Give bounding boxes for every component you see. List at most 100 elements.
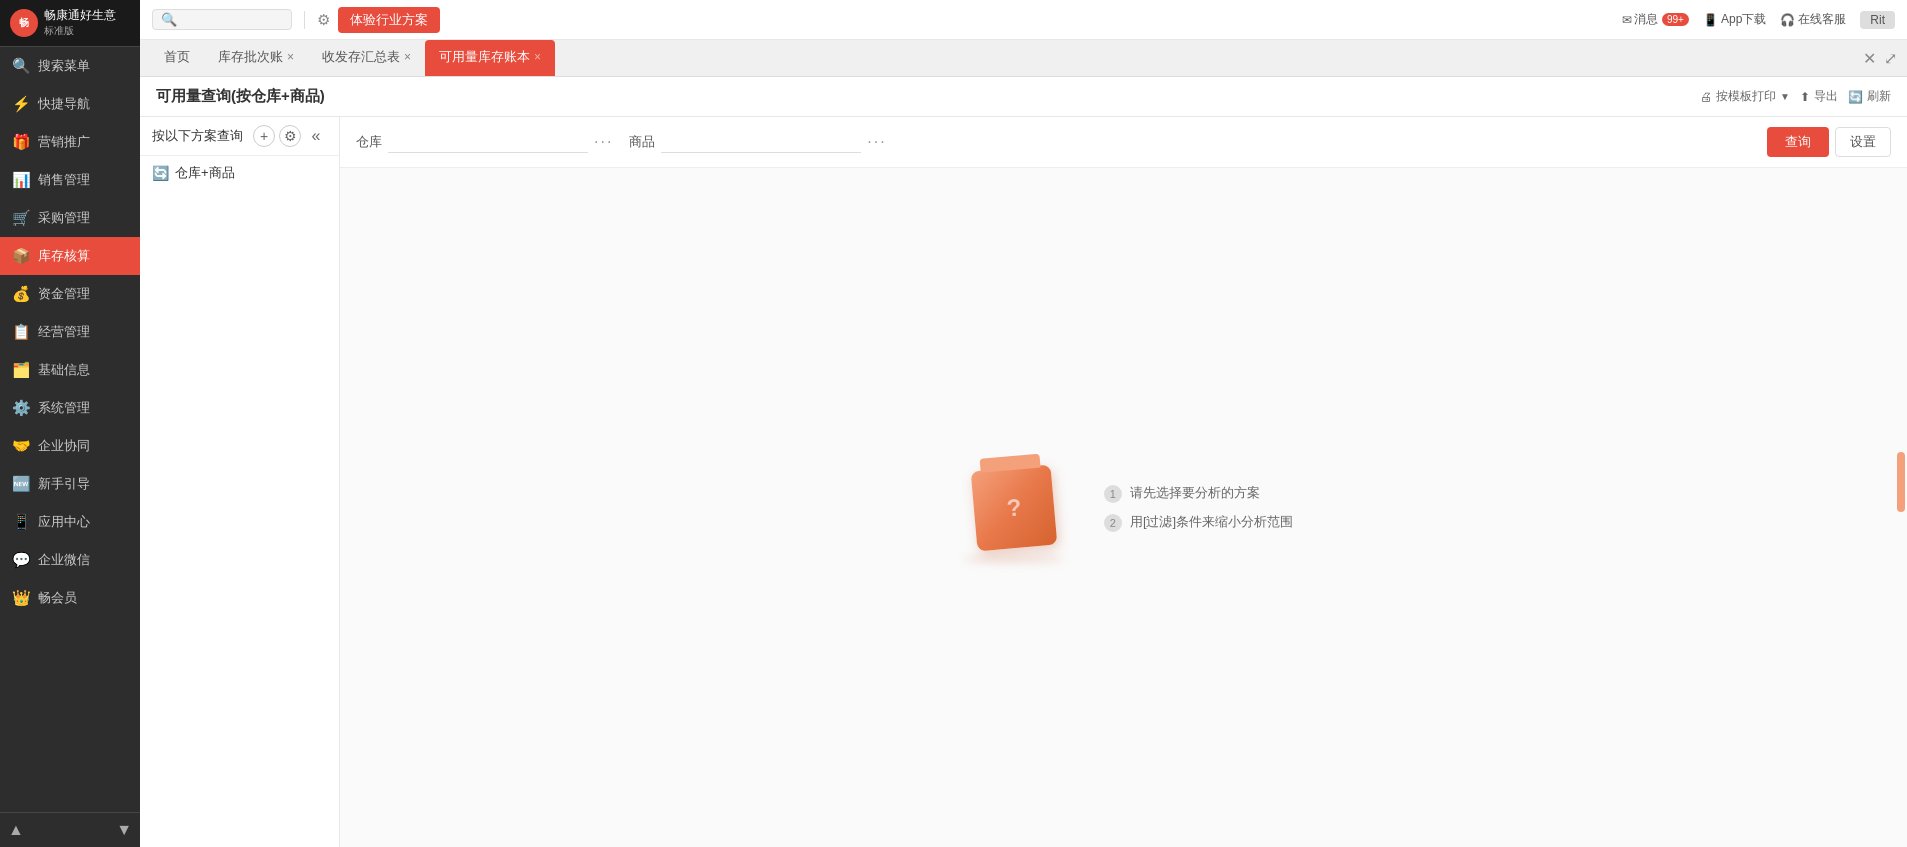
product-filter-more-icon[interactable]: ··· <box>867 133 886 151</box>
left-panel: 按以下方案查询 + ⚙ « 🔄 仓库+商品 <box>140 117 340 847</box>
topbar-divider <box>304 11 305 29</box>
left-panel-title: 按以下方案查询 <box>152 127 243 145</box>
warehouse-product-icon: 🔄 <box>152 165 169 181</box>
filter-row: 仓库 ··· 商品 ··· 查询 设置 <box>340 117 1907 168</box>
refresh-icon: 🔄 <box>1848 90 1863 104</box>
sidebar-item-guide[interactable]: 🆕 新手引导 <box>0 465 140 503</box>
trial-button[interactable]: 体验行业方案 <box>338 7 440 33</box>
tabs-expand-button[interactable]: ⤢ <box>1884 49 1897 68</box>
sidebar-item-label: 企业协同 <box>38 437 90 455</box>
tab-receipt-summary[interactable]: 收发存汇总表 × <box>308 40 425 76</box>
user-name: Rit <box>1870 13 1885 27</box>
sidebar-item-system[interactable]: ⚙️ 系统管理 <box>0 389 140 427</box>
sidebar: 畅 畅康通好生意 标准版 🔍 搜索菜单 ⚡ 快捷导航 🎁 营销推广 📊 销售管理… <box>0 0 140 847</box>
tabs-right-actions: ✕ ⤢ <box>1863 49 1897 68</box>
tab-available-stock-close[interactable]: × <box>534 50 541 64</box>
sidebar-item-basic[interactable]: 🗂️ 基础信息 <box>0 351 140 389</box>
empty-tip-1: 1 请先选择要分析的方案 <box>1104 484 1293 503</box>
sidebar-item-marketing[interactable]: 🎁 营销推广 <box>0 123 140 161</box>
tab-batch-account-label: 库存批次账 <box>218 48 283 66</box>
sidebar-item-purchase[interactable]: 🛒 采购管理 <box>0 199 140 237</box>
tab-batch-account[interactable]: 库存批次账 × <box>204 40 308 76</box>
empty-tips: 1 请先选择要分析的方案 2 用[过滤]条件来缩小分析范围 <box>1104 484 1293 532</box>
message-badge: 99+ <box>1662 13 1689 26</box>
warehouse-filter-more-icon[interactable]: ··· <box>594 133 613 151</box>
tabs-close-all-button[interactable]: ✕ <box>1863 49 1876 68</box>
message-area[interactable]: ✉ 消息 99+ <box>1622 11 1689 28</box>
collab-icon: 🤝 <box>12 437 30 455</box>
header-actions: 🖨 按模板打印 ▼ ⬆ 导出 🔄 刷新 <box>1700 88 1891 105</box>
warehouse-filter-input[interactable] <box>388 131 588 153</box>
member-icon: 👑 <box>12 589 30 607</box>
empty-shadow <box>964 554 1064 564</box>
topbar: 🔍 ⚙ 体验行业方案 ✉ 消息 99+ 📱 App下载 🎧 在线客服 Rit <box>140 0 1907 40</box>
search-icon: 🔍 <box>12 57 30 75</box>
page-title: 可用量查询(按仓库+商品) <box>156 87 325 106</box>
app-name: 畅康通好生意 <box>44 8 116 24</box>
online-service-area[interactable]: 🎧 在线客服 <box>1780 11 1846 28</box>
topbar-right: ✉ 消息 99+ 📱 App下载 🎧 在线客服 Rit <box>1622 11 1895 29</box>
warehouse-filter-group: 仓库 ··· <box>356 131 613 153</box>
sidebar-item-label: 经营管理 <box>38 323 90 341</box>
sidebar-item-collab[interactable]: 🤝 企业协同 <box>0 427 140 465</box>
sidebar-item-appcenter[interactable]: 📱 应用中心 <box>0 503 140 541</box>
app-download-label: App下载 <box>1721 11 1766 28</box>
tab-available-stock[interactable]: 可用量库存账本 × <box>425 40 555 76</box>
topbar-gear-icon[interactable]: ⚙ <box>317 11 330 29</box>
refresh-button[interactable]: 🔄 刷新 <box>1848 88 1891 105</box>
empty-tip-1-text: 请先选择要分析的方案 <box>1130 484 1260 502</box>
empty-illustration <box>954 448 1074 568</box>
template-print-dropdown-icon[interactable]: ▼ <box>1780 91 1790 102</box>
system-icon: ⚙️ <box>12 399 30 417</box>
sidebar-item-wxwork[interactable]: 💬 企业微信 <box>0 541 140 579</box>
tab-receipt-summary-label: 收发存汇总表 <box>322 48 400 66</box>
tab-bar: 首页 库存批次账 × 收发存汇总表 × 可用量库存账本 × ✕ ⤢ <box>140 40 1907 77</box>
sidebar-item-member[interactable]: 👑 畅会员 <box>0 579 140 617</box>
online-service-icon: 🎧 <box>1780 13 1795 27</box>
app-badge: 标准版 <box>44 24 116 38</box>
template-print-button[interactable]: 🖨 按模板打印 ▼ <box>1700 88 1790 105</box>
left-panel-item-warehouse-product[interactable]: 🔄 仓库+商品 <box>140 156 339 190</box>
settings-button[interactable]: 设置 <box>1835 127 1891 157</box>
empty-box-icon <box>971 464 1058 551</box>
sidebar-item-operations[interactable]: 📋 经营管理 <box>0 313 140 351</box>
warehouse-filter-label: 仓库 <box>356 133 382 151</box>
sidebar-scroll-down-btn[interactable]: ▼ <box>116 821 132 839</box>
tab-available-stock-label: 可用量库存账本 <box>439 48 530 66</box>
sidebar-item-label: 库存核算 <box>38 247 90 265</box>
main-area: 🔍 ⚙ 体验行业方案 ✉ 消息 99+ 📱 App下载 🎧 在线客服 Rit <box>140 0 1907 847</box>
tab-receipt-summary-close[interactable]: × <box>404 50 411 64</box>
tab-batch-account-close[interactable]: × <box>287 50 294 64</box>
left-panel-gear-button[interactable]: ⚙ <box>279 125 301 147</box>
sidebar-item-quicknav[interactable]: ⚡ 快捷导航 <box>0 85 140 123</box>
app-download-area[interactable]: 📱 App下载 <box>1703 11 1766 28</box>
wxwork-icon: 💬 <box>12 551 30 569</box>
product-filter-input[interactable] <box>661 131 861 153</box>
user-info[interactable]: Rit <box>1860 11 1895 29</box>
left-panel-actions: + ⚙ « <box>253 125 327 147</box>
sidebar-item-finance[interactable]: 💰 资金管理 <box>0 275 140 313</box>
topbar-search-input[interactable] <box>181 13 281 27</box>
left-panel-collapse-button[interactable]: « <box>305 125 327 147</box>
sidebar-item-sales[interactable]: 📊 销售管理 <box>0 161 140 199</box>
tab-home[interactable]: 首页 <box>150 40 204 76</box>
finance-icon: 💰 <box>12 285 30 303</box>
sidebar-bottom: ▲ ▼ <box>0 812 140 847</box>
content-body: 按以下方案查询 + ⚙ « 🔄 仓库+商品 仓库 ··· <box>140 117 1907 847</box>
message-label: 消息 <box>1634 11 1658 28</box>
purchase-icon: 🛒 <box>12 209 30 227</box>
right-scrollbar[interactable] <box>1897 452 1905 512</box>
appcenter-icon: 📱 <box>12 513 30 531</box>
query-button[interactable]: 查询 <box>1767 127 1829 157</box>
export-button[interactable]: ⬆ 导出 <box>1800 88 1838 105</box>
left-panel-add-button[interactable]: + <box>253 125 275 147</box>
sidebar-scroll-up-btn[interactable]: ▲ <box>8 821 24 839</box>
sidebar-item-label: 销售管理 <box>38 171 90 189</box>
sidebar-item-label: 快捷导航 <box>38 95 90 113</box>
product-filter-group: 商品 ··· <box>629 131 886 153</box>
sidebar-item-label: 采购管理 <box>38 209 90 227</box>
sidebar-item-inventory[interactable]: 📦 库存核算 <box>0 237 140 275</box>
sidebar-item-search[interactable]: 🔍 搜索菜单 <box>0 47 140 85</box>
online-service-label: 在线客服 <box>1798 11 1846 28</box>
refresh-label: 刷新 <box>1867 88 1891 105</box>
